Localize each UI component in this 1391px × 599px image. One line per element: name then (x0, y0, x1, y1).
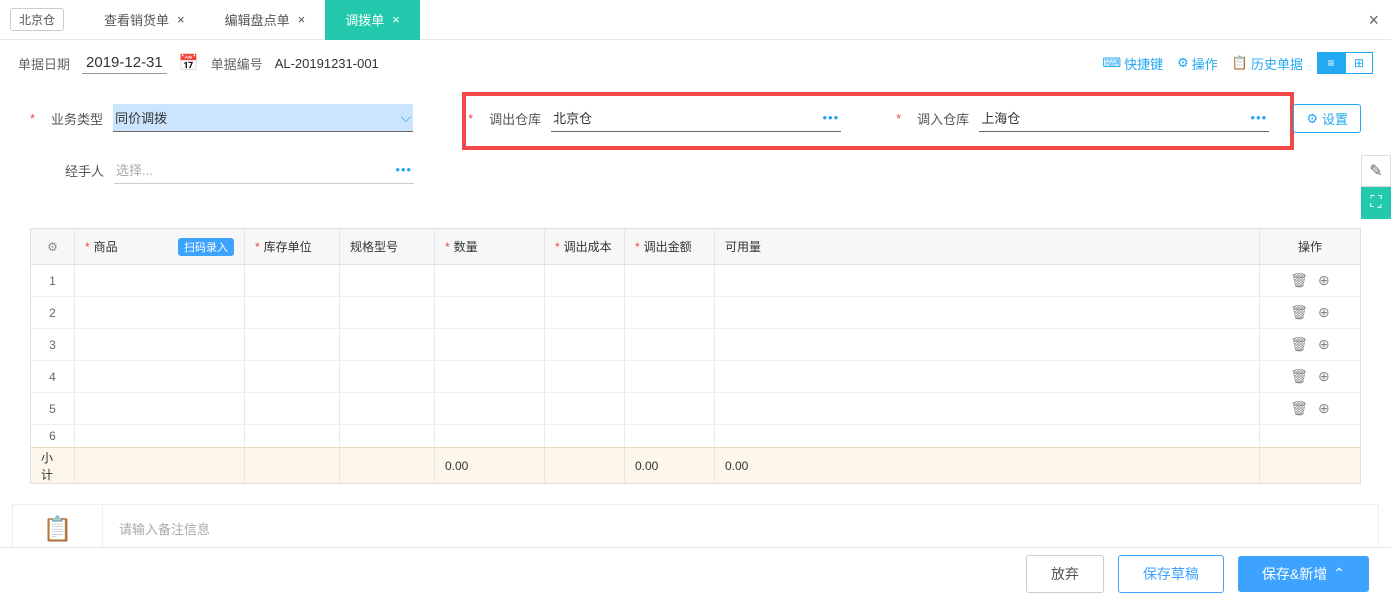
settings-button[interactable]: ⚙ 设置 (1293, 104, 1361, 133)
docno-value: AL-20191231-001 (275, 56, 379, 71)
out-warehouse-select[interactable]: 北京仓 ••• (551, 104, 841, 132)
view-grid-button[interactable]: ⊞ (1345, 52, 1373, 74)
notes-icon: 📋 (43, 515, 73, 544)
copy-icon[interactable]: ⊕ (1318, 400, 1330, 417)
shortcut-link[interactable]: ⌨ 快捷键 (1102, 54, 1163, 73)
warehouse-chip[interactable]: 北京仓 (10, 8, 64, 31)
top-tab-bar: 北京仓 查看销货单 × 编辑盘点单 × 调拨单 × × (0, 0, 1391, 40)
tab-edit-stocktake[interactable]: 编辑盘点单 × (205, 0, 326, 40)
side-tools: ✎ ⛶ (1361, 155, 1391, 219)
table-row[interactable]: 6 (31, 425, 1360, 447)
view-list-button[interactable]: ≡ (1317, 52, 1345, 74)
field-label: 经手人 (40, 161, 104, 180)
tab-label: 查看销货单 (104, 10, 169, 29)
in-warehouse-select[interactable]: 上海仓 ••• (979, 104, 1269, 132)
close-icon[interactable]: × (177, 12, 185, 27)
scan-badge[interactable]: 扫码录入 (178, 238, 234, 256)
table-header: ⚙ *商品扫码录入 *库存单位 规格型号 *数量 *调出成本 *调出金额 可用量… (31, 229, 1360, 265)
items-table: ⚙ *商品扫码录入 *库存单位 规格型号 *数量 *调出成本 *调出金额 可用量… (30, 228, 1361, 484)
more-icon[interactable]: ••• (395, 162, 412, 177)
chevron-up-icon: ⌃ (1333, 565, 1345, 582)
tab-transfer[interactable]: 调拨单 × (325, 0, 420, 40)
delete-icon[interactable]: 🗑 (1290, 336, 1308, 353)
out-warehouse-field: * 调出仓库 北京仓 ••• (468, 104, 841, 132)
copy-icon[interactable]: ⊕ (1318, 336, 1330, 353)
field-label: 调入仓库 (905, 109, 969, 128)
table-row[interactable]: 3🗑⊕ (31, 329, 1360, 361)
view-toggle: ≡ ⊞ (1317, 52, 1373, 74)
discard-button[interactable]: 放弃 (1026, 555, 1104, 593)
table-row[interactable]: 5🗑⊕ (31, 393, 1360, 425)
biz-type-field: * 业务类型 同价调拨 ⌵ (30, 104, 413, 132)
footer-bar: 放弃 保存草稿 保存&新增 ⌃ (0, 547, 1391, 599)
delete-icon[interactable]: 🗑 (1290, 368, 1308, 385)
delete-icon[interactable]: 🗑 (1290, 272, 1308, 289)
copy-icon[interactable]: ⊕ (1318, 368, 1330, 385)
save-new-button[interactable]: 保存&新增 ⌃ (1238, 556, 1369, 592)
delete-icon[interactable]: 🗑 (1290, 304, 1308, 321)
close-icon[interactable]: × (298, 12, 306, 27)
field-label: 业务类型 (39, 109, 103, 128)
tab-label: 调拨单 (345, 10, 384, 29)
form-area: ⚙ 设置 * 业务类型 同价调拨 ⌵ * 调出仓库 北京仓 ••• * 调入仓库… (0, 86, 1391, 218)
handler-select[interactable]: 选择... ••• (114, 156, 414, 184)
calendar-icon[interactable]: 📅 (179, 53, 199, 73)
table-row[interactable]: 4🗑⊕ (31, 361, 1360, 393)
side-note-button[interactable]: ✎ (1361, 155, 1391, 187)
date-label: 单据日期 (18, 54, 70, 73)
close-icon[interactable]: × (392, 12, 400, 27)
close-icon[interactable]: × (1368, 10, 1379, 31)
tab-label: 编辑盘点单 (225, 10, 290, 29)
document-header: 单据日期 2019-12-31 📅 单据编号 AL-20191231-001 ⌨… (0, 40, 1391, 86)
chevron-down-icon: ⌵ (400, 109, 411, 126)
tab-view-sales[interactable]: 查看销货单 × (84, 0, 205, 40)
in-warehouse-field: * 调入仓库 上海仓 ••• (896, 104, 1269, 132)
biz-type-select[interactable]: 同价调拨 ⌵ (113, 104, 413, 132)
subtotal-row: 小计 0.00 0.00 0.00 (31, 447, 1360, 483)
copy-icon[interactable]: ⊕ (1318, 272, 1330, 289)
history-link[interactable]: 📋 历史单据 (1232, 54, 1303, 73)
more-icon[interactable]: ••• (822, 110, 839, 125)
delete-icon[interactable]: 🗑 (1290, 400, 1308, 417)
table-row[interactable]: 1🗑⊕ (31, 265, 1360, 297)
save-draft-button[interactable]: 保存草稿 (1118, 555, 1224, 593)
handler-field: 经手人 选择... ••• (30, 156, 414, 184)
gear-icon: ⚙ (1306, 111, 1318, 127)
gear-icon[interactable]: ⚙ (47, 240, 58, 254)
more-icon[interactable]: ••• (1251, 110, 1268, 125)
docno-label: 单据编号 (211, 54, 263, 73)
operate-link[interactable]: ⚙ 操作 (1177, 54, 1218, 73)
copy-icon[interactable]: ⊕ (1318, 304, 1330, 321)
date-value[interactable]: 2019-12-31 (82, 52, 167, 74)
table-row[interactable]: 2🗑⊕ (31, 297, 1360, 329)
field-label: 调出仓库 (477, 109, 541, 128)
expand-button[interactable]: ⛶ (1361, 187, 1391, 219)
